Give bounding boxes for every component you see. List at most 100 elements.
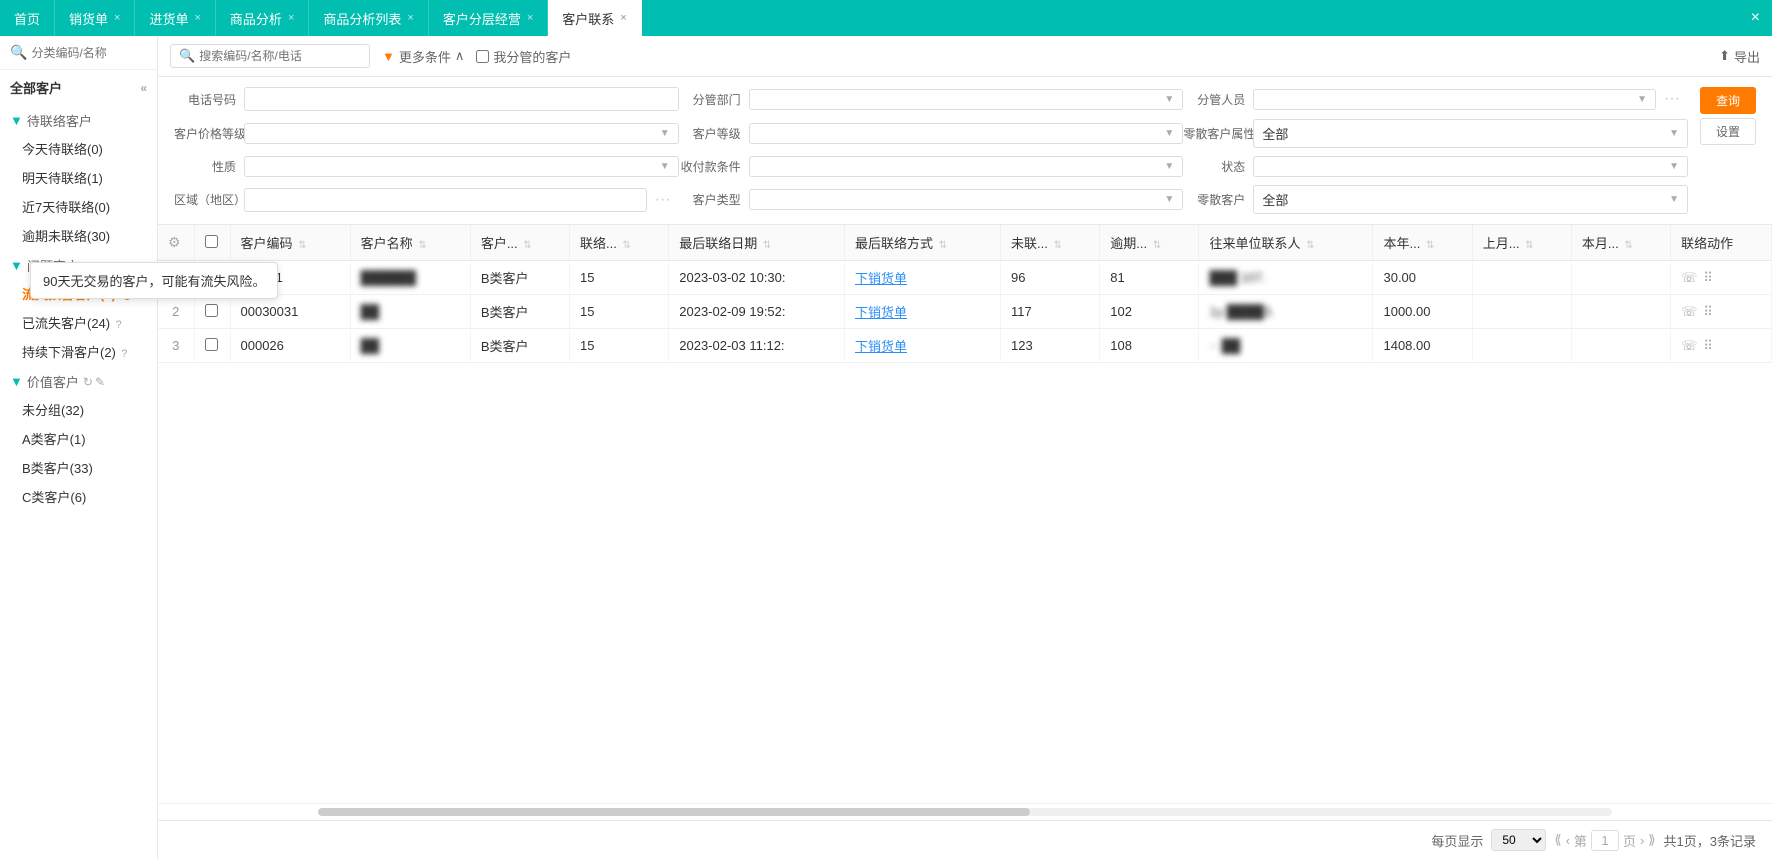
col-this-month[interactable]: 本月... ⇅ [1571,225,1670,261]
col-this-year[interactable]: 本年... ⇅ [1373,225,1472,261]
horizontal-scrollbar[interactable] [318,808,1612,816]
sort-icon-contact: ⇅ [623,240,631,251]
col-checkbox[interactable] [194,225,230,261]
close-all-button[interactable]: × [1751,9,1772,27]
col-last-date[interactable]: 最后联络日期 ⇅ [669,225,845,261]
select-dept[interactable]: ▼ [749,89,1184,110]
row-method-0[interactable]: 下销货单 [844,261,1000,295]
first-page-button[interactable]: ⟪ [1554,832,1561,848]
per-page-select[interactable]: 50 100 [1491,829,1546,851]
tab-close-product-list[interactable]: × [407,12,413,24]
next-page-button[interactable]: › [1640,833,1644,848]
select-price-grade[interactable]: ▼ [244,123,679,144]
row-method-1[interactable]: 下销货单 [844,295,1000,329]
action-more-icon-2[interactable]: ⠿ [1703,338,1713,354]
input-region[interactable] [244,188,647,212]
action-contact-icon-1[interactable]: ☏ [1681,304,1697,320]
row-checkbox-2[interactable] [194,329,230,363]
refresh-icon[interactable]: ↻ [83,375,93,389]
select-person[interactable]: ▼ [1253,89,1656,110]
tab-customer-layered[interactable]: 客户分层经营 × [429,0,548,36]
action-contact-icon-0[interactable]: ☏ [1681,270,1697,286]
tab-close-contact[interactable]: × [620,12,626,24]
settings-button[interactable]: 设置 [1700,118,1756,145]
action-more-icon-1[interactable]: ⠿ [1703,304,1713,320]
select-status[interactable]: ▼ [1253,156,1688,177]
row-checkbox-1[interactable] [194,295,230,329]
tab-close-layered[interactable]: × [527,12,533,24]
prev-page-button[interactable]: ‹ [1566,833,1570,848]
sidebar-item-class-b[interactable]: B类客户(33) [0,453,157,482]
sidebar-item-tomorrow[interactable]: 明天待联络(1) [0,163,157,192]
col-gear[interactable]: ⚙ [158,225,194,261]
sidebar-item-churned[interactable]: 已流失客户(24) ? [0,308,157,337]
row-overdue-2: 108 [1100,329,1199,363]
sidebar-item-declining[interactable]: 持续下滑客户(2) ? [0,337,157,366]
tab-purchase[interactable]: 进货单 × [135,0,215,36]
table-row: 3 000026 ██ B类客户 15 2023-02-03 11:12: 下销… [158,329,1772,363]
select-retail[interactable]: 全部 ▼ [1253,185,1688,214]
label-customer-grade: 客户等级 [679,125,749,142]
select-retail-attr[interactable]: 全部 ▼ [1253,119,1688,148]
row-this-month-0 [1571,261,1670,295]
filter-cell-retail-attr: 零散客户属性 全部 ▼ [1183,119,1688,148]
label-price-grade: 客户价格等级 [174,125,244,142]
more-conditions-button[interactable]: ▼ 更多条件 ∧ [382,47,464,66]
tab-product-analysis-list[interactable]: 商品分析列表 × [309,0,428,36]
col-overdue[interactable]: 逾期... ⇅ [1100,225,1199,261]
edit-icon[interactable]: ✎ [95,375,105,389]
input-phone[interactable] [244,87,679,111]
col-customer-code[interactable]: 客户编码 ⇅ [230,225,350,261]
col-contact[interactable]: 联络... ⇅ [570,225,669,261]
last-page-button[interactable]: ⟫ [1648,832,1655,848]
col-not-contacted[interactable]: 未联... ⇅ [1001,225,1100,261]
tab-close-sales[interactable]: × [114,12,120,24]
row-method-2[interactable]: 下销货单 [844,329,1000,363]
select-payment[interactable]: ▼ [749,156,1184,177]
filter-search-input[interactable] [199,49,361,63]
gear-icon[interactable]: ⚙ [168,234,181,250]
row-this-year-1: 1000.00 [1373,295,1472,329]
sidebar-group-pending[interactable]: ▼ 待联络客户 [0,105,157,134]
tab-product-analysis[interactable]: 商品分析 × [216,0,309,36]
sidebar-group-value[interactable]: ▼ 价值客户 ↻ ✎ [0,366,157,395]
col-last-month[interactable]: 上月... ⇅ [1472,225,1571,261]
sidebar-item-class-a[interactable]: A类客户(1) [0,424,157,453]
select-customer-grade[interactable]: ▼ [749,123,1184,144]
select-customer-type[interactable]: ▼ [749,189,1184,210]
action-more-icon-0[interactable]: ⠿ [1703,270,1713,286]
col-customer-type[interactable]: 客户... ⇅ [470,225,569,261]
select-nature[interactable]: ▼ [244,156,679,177]
sidebar-item-ungroup[interactable]: 未分组(32) [0,395,157,424]
col-last-method[interactable]: 最后联络方式 ⇅ [844,225,1000,261]
row-this-year-0: 30.00 [1373,261,1472,295]
tab-close-product-analysis[interactable]: × [288,12,294,24]
query-button[interactable]: 查询 [1700,87,1756,114]
col-contact-person[interactable]: 往来单位联系人 ⇅ [1199,225,1373,261]
tooltip-churn: 90天无交易的客户，可能有流失风险。 [30,262,158,299]
region-more-icon[interactable]: ··· [655,191,671,209]
sidebar-all-customers[interactable]: 全部客户 « [0,70,157,105]
tab-customer-contact[interactable]: 客户联系 × [548,0,641,36]
scrollbar-area [158,803,1772,820]
select-all-checkbox[interactable] [205,235,218,248]
person-more-icon[interactable]: ··· [1664,90,1680,108]
tab-home[interactable]: 首页 [0,0,55,36]
tab-close-purchase[interactable]: × [194,12,200,24]
question-icon-churned: ? [115,319,121,331]
export-button[interactable]: ⬆ 导出 [1719,47,1760,66]
sidebar-item-overdue[interactable]: 逾期未联络(30) [0,221,157,250]
sidebar-item-class-c[interactable]: C类客户(6) [0,482,157,511]
filter-bar: 🔍 ▼ 更多条件 ∧ 我分管的客户 ⬆ 导出 [158,36,1772,77]
tab-sales-order[interactable]: 销货单 × [55,0,135,36]
status-dropdown-icon: ▼ [1669,161,1679,172]
action-buttons: 查询 设置 [1688,87,1756,214]
sidebar-item-today[interactable]: 今天待联络(0) [0,134,157,163]
action-contact-icon-2[interactable]: ☏ [1681,338,1697,354]
page-nav: ⟪ ‹ 第 1 页 › ⟫ [1554,830,1655,851]
sidebar-item-7days[interactable]: 近7天待联络(0) [0,192,157,221]
my-customers-checkbox[interactable] [476,50,489,63]
col-customer-name[interactable]: 客户名称 ⇅ [350,225,470,261]
sidebar-search-input[interactable] [31,46,147,60]
row-type-2: B类客户 [470,329,569,363]
